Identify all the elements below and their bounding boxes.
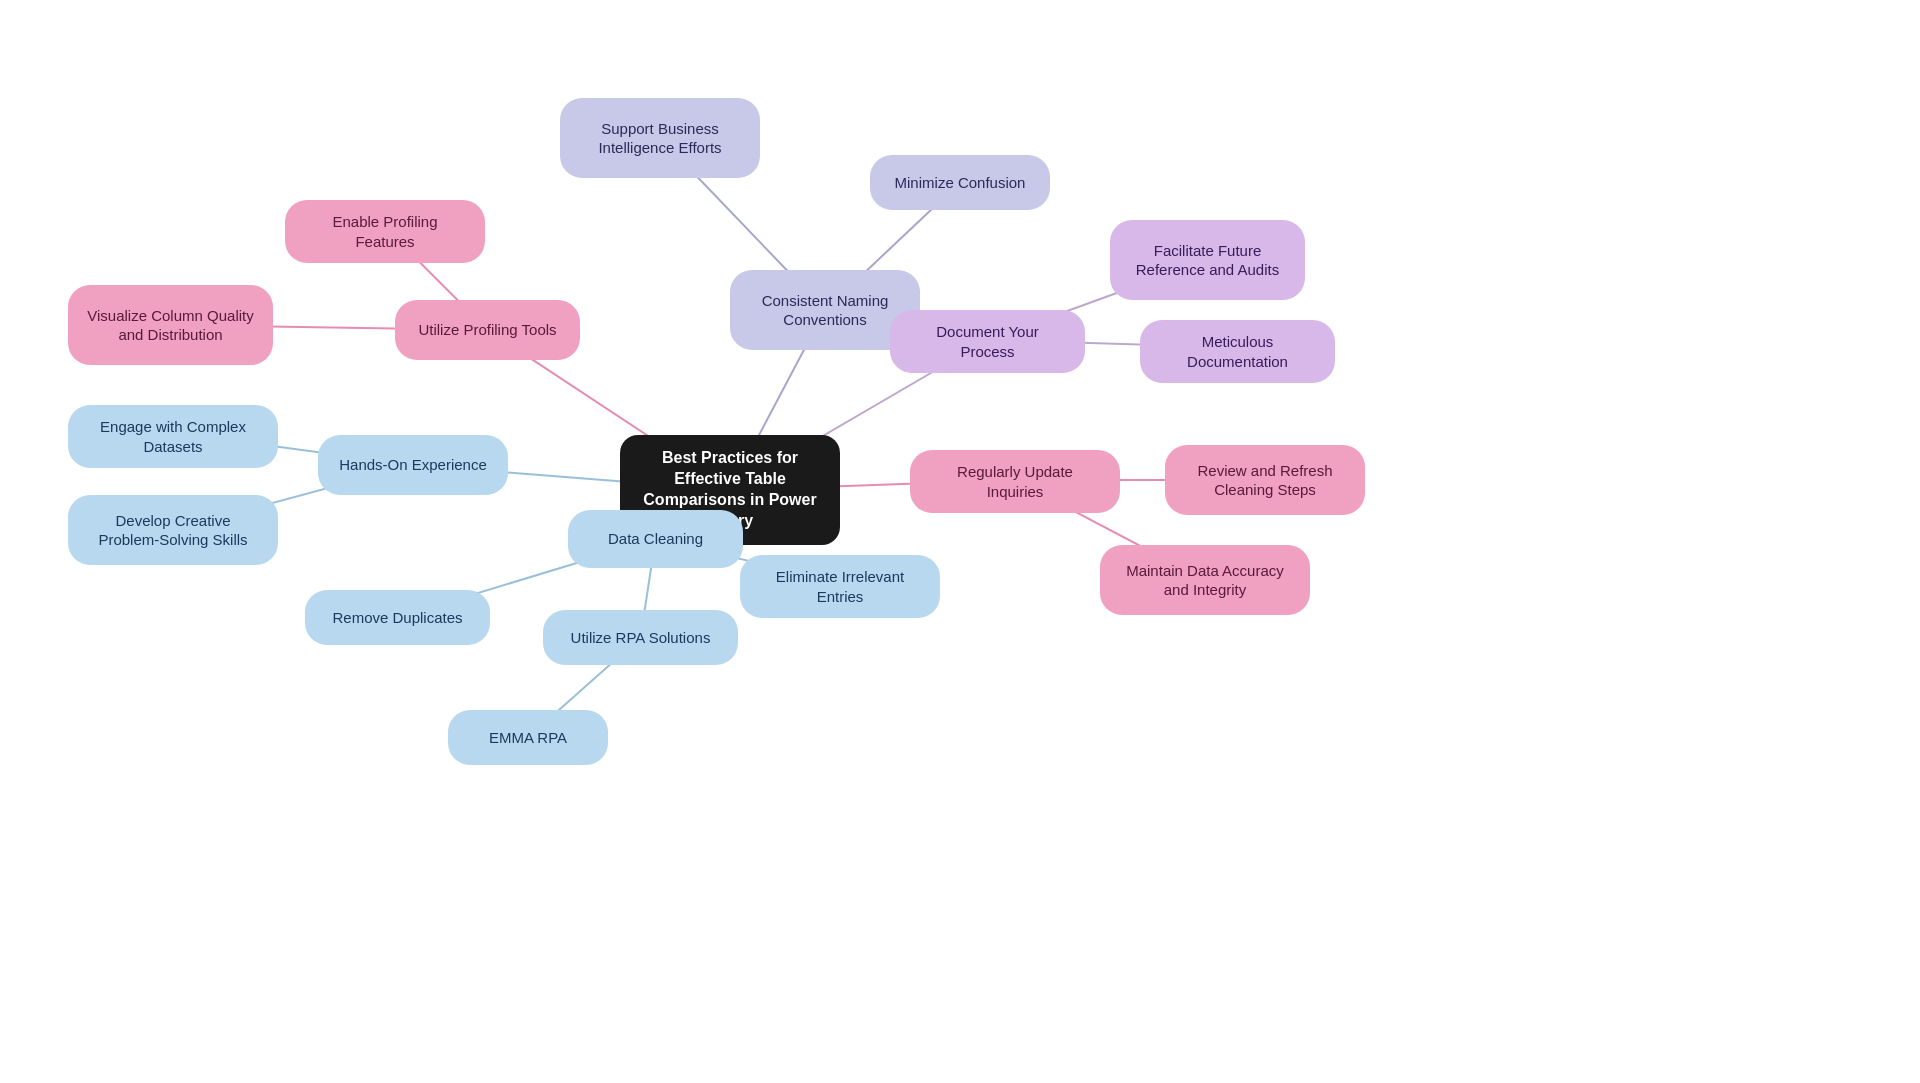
node-regularly_update: Regularly Update Inquiries xyxy=(910,450,1120,513)
node-support_bi: Support Business Intelligence Efforts xyxy=(560,98,760,178)
node-utilize_profiling: Utilize Profiling Tools xyxy=(395,300,580,360)
node-minimize_confusion: Minimize Confusion xyxy=(870,155,1050,210)
node-meticulous_doc: Meticulous Documentation xyxy=(1140,320,1335,383)
node-eliminate_irrelevant: Eliminate Irrelevant Entries xyxy=(740,555,940,618)
node-emma_rpa: EMMA RPA xyxy=(448,710,608,765)
node-review_refresh: Review and Refresh Cleaning Steps xyxy=(1165,445,1365,515)
node-enable_profiling: Enable Profiling Features xyxy=(285,200,485,263)
node-facilitate_future: Facilitate Future Reference and Audits xyxy=(1110,220,1305,300)
node-remove_duplicates: Remove Duplicates xyxy=(305,590,490,645)
node-visualize_column: Visualize Column Quality and Distributio… xyxy=(68,285,273,365)
node-hands_on: Hands-On Experience xyxy=(318,435,508,495)
node-engage_complex: Engage with Complex Datasets xyxy=(68,405,278,468)
node-utilize_rpa: Utilize RPA Solutions xyxy=(543,610,738,665)
node-maintain_data: Maintain Data Accuracy and Integrity xyxy=(1100,545,1310,615)
node-data_cleaning: Data Cleaning xyxy=(568,510,743,568)
node-document_process: Document Your Process xyxy=(890,310,1085,373)
node-develop_creative: Develop Creative Problem-Solving Skills xyxy=(68,495,278,565)
mindmap-container: Best Practices for Effective Table Compa… xyxy=(0,0,1920,1083)
